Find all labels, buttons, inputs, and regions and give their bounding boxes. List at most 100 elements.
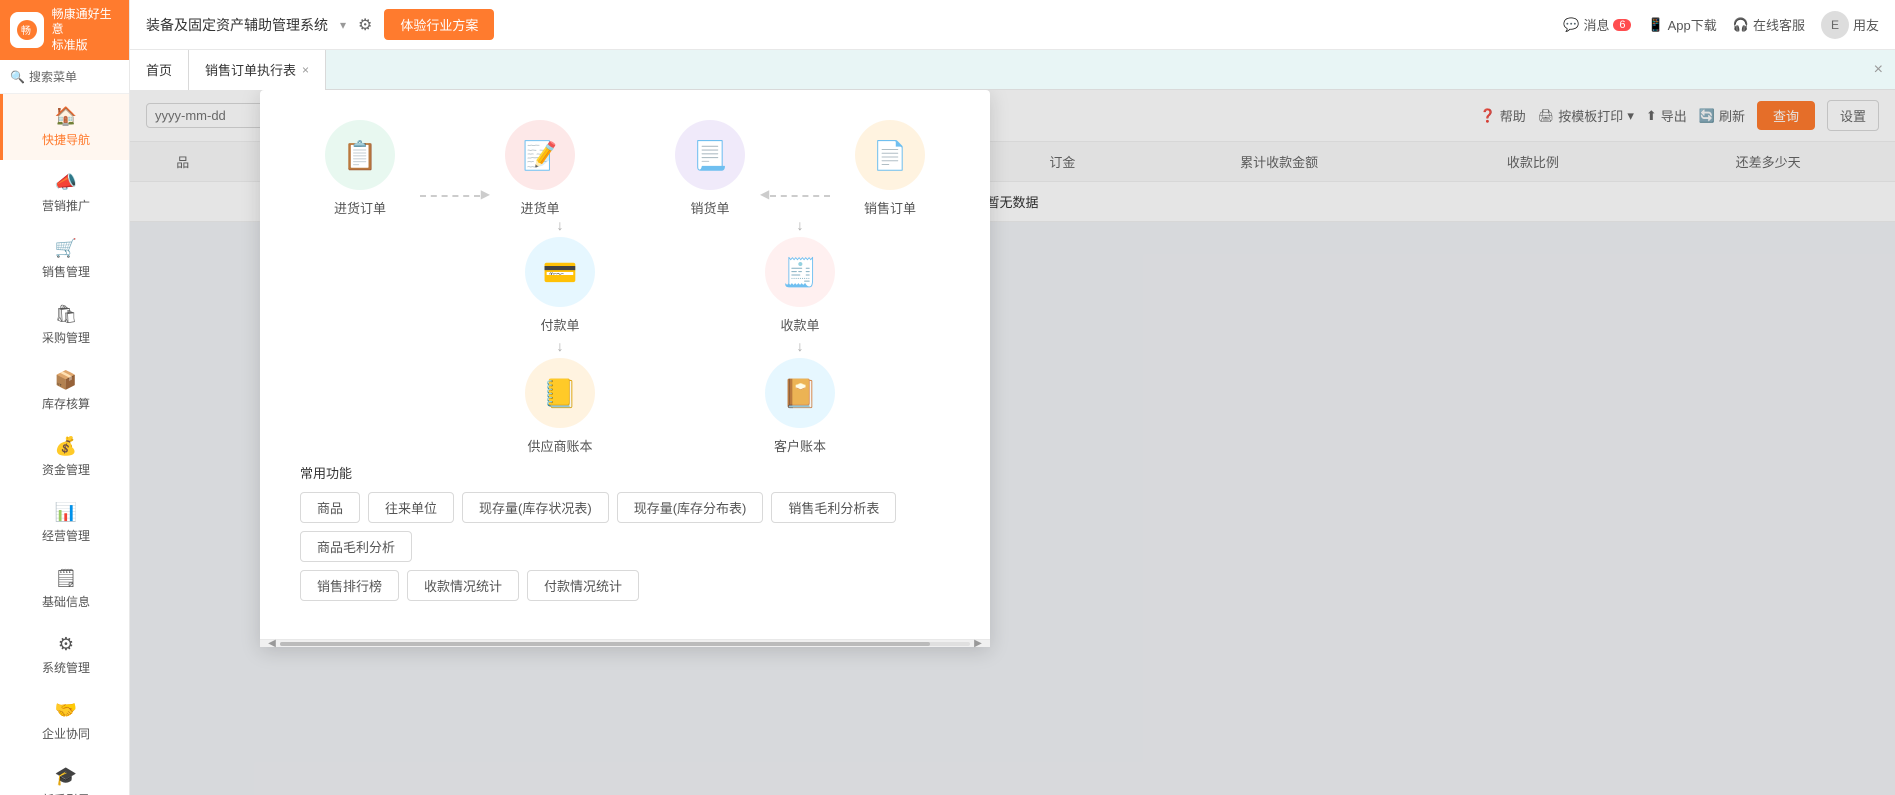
purchase-col: 📋 进货订单: [300, 120, 420, 217]
payment-col: 💳 付款单: [500, 237, 620, 334]
node-supplier-ledger[interactable]: 📒 供应商账本: [500, 358, 620, 455]
search-icon: 🔍: [10, 70, 25, 84]
logo-icon: 畅: [10, 12, 44, 48]
modal-overlay: 📋 进货订单 ▶: [130, 90, 1895, 795]
func-btn-stock-dist[interactable]: 现存量(库存分布表): [617, 492, 764, 523]
func-btn-sales-rank[interactable]: 销售排行榜: [300, 570, 399, 601]
service-icon: 🎧: [1733, 17, 1749, 33]
customer-ledger-col: 📔 客户账本: [740, 358, 860, 455]
node-sale-order[interactable]: 📄 销售订单: [830, 120, 950, 217]
supplier-ledger-col: 📒 供应商账本: [500, 358, 620, 455]
sidebar-item-operations[interactable]: 📊 经营管理: [0, 490, 129, 556]
sidebar-nav: 🏠 快捷导航 📣 营销推广 🛒 销售管理 🛍 采购管理 📦 库存核算 💰: [0, 94, 129, 795]
flow-diagram: 📋 进货订单 ▶: [300, 120, 950, 455]
supplier-ledger-label: 供应商账本: [527, 436, 592, 455]
marketing-icon: 📣: [55, 172, 77, 193]
sidebar-item-collab[interactable]: 🤝 企业协同: [0, 688, 129, 754]
tab-close-icon[interactable]: ×: [302, 63, 309, 77]
sidebar: 畅 畅康通好生意 标准版 🔍 搜索菜单 🏠 快捷导航 📣 营销推广 🛒 销售管理: [0, 0, 130, 795]
logo-text: 畅康通好生意 标准版: [52, 7, 119, 54]
content-area: 📅 单据状态 展多条件 ❓ 帮助 🖨 按模板打印 ▾: [130, 90, 1895, 795]
message-badge: 6: [1613, 19, 1631, 31]
sale-order-col: 📄 销售订单: [830, 120, 950, 217]
node-purchase-order[interactable]: 📋 进货订单: [300, 120, 420, 217]
sidebar-item-basic-info[interactable]: 🗒 基础信息: [0, 556, 129, 622]
newbie-icon: 🎓: [55, 766, 77, 787]
close-all-tabs-icon[interactable]: ×: [1874, 61, 1883, 79]
payment-icon: 💳: [525, 237, 595, 307]
sidebar-item-newbie[interactable]: 🎓 新手引导: [0, 754, 129, 795]
customer-ledger-icon: 📔: [765, 358, 835, 428]
func-btn-partner[interactable]: 往来单位: [368, 492, 454, 523]
user-menu[interactable]: E 用友: [1821, 11, 1879, 39]
search-menu[interactable]: 🔍 搜索菜单: [0, 60, 129, 94]
sidebar-item-system[interactable]: ⚙ 系统管理: [0, 622, 129, 688]
func-btn-receipt-stats[interactable]: 收款情况统计: [407, 570, 519, 601]
home-icon: 🏠: [55, 106, 77, 127]
func-buttons-row1: 商品 往来单位 现存量(库存状况表) 现存量(库存分布表) 销售毛利分析表 商品…: [300, 492, 950, 562]
sidebar-item-inventory[interactable]: 📦 库存核算: [0, 358, 129, 424]
system-icon: ⚙: [58, 634, 74, 655]
scroll-right-icon[interactable]: ▶: [970, 636, 986, 652]
finance-icon: 💰: [55, 436, 77, 457]
purchase-bill-col: 📝 进货单: [480, 120, 600, 217]
receipt-col: 🧾 收款单: [740, 237, 860, 334]
online-service-button[interactable]: 🎧 在线客服: [1733, 15, 1805, 34]
scrollbar-thumb[interactable]: [280, 642, 930, 646]
common-functions-title: 常用功能: [300, 463, 950, 482]
receipt-label: 收款单: [780, 315, 819, 334]
operations-icon: 📊: [55, 502, 77, 523]
purchase-icon: 🛍: [55, 304, 78, 325]
modal-content: 📋 进货订单 ▶: [260, 90, 990, 639]
tab-sales-order[interactable]: 销售订单执行表 ×: [189, 50, 326, 90]
purchase-order-label: 进货订单: [334, 198, 386, 217]
node-receipt[interactable]: 🧾 收款单: [740, 237, 860, 334]
node-payment[interactable]: 💳 付款单: [500, 237, 620, 334]
basic-info-icon: 🗒: [55, 568, 78, 589]
receipt-icon: 🧾: [765, 237, 835, 307]
dropdown-arrow-icon[interactable]: ▾: [340, 18, 346, 32]
sidebar-item-purchase[interactable]: 🛍 采购管理: [0, 292, 129, 358]
sale-bill-col: 📃 销货单: [650, 120, 770, 217]
sale-order-label: 销售订单: [864, 198, 916, 217]
node-purchase-bill[interactable]: 📝 进货单: [480, 120, 600, 217]
func-btn-sales-margin[interactable]: 销售毛利分析表: [771, 492, 896, 523]
customer-ledger-label: 客户账本: [774, 436, 826, 455]
app-download-button[interactable]: 📱 App下载: [1647, 15, 1716, 34]
sidebar-item-home[interactable]: 🏠 快捷导航: [0, 94, 129, 160]
scroll-left-icon[interactable]: ◀: [264, 636, 280, 652]
avatar: E: [1821, 11, 1849, 39]
settings-icon[interactable]: ⚙: [358, 15, 372, 35]
sale-bill-icon: 📃: [675, 120, 745, 190]
node-sale-bill[interactable]: 📃 销货单: [650, 120, 770, 217]
message-icon: 💬: [1563, 17, 1579, 33]
main-area: 装备及固定资产辅助管理系统 ▾ ⚙ 体验行业方案 💬 消息 6 📱 App下载 …: [130, 0, 1895, 795]
tab-home[interactable]: 首页: [130, 50, 189, 90]
message-button[interactable]: 💬 消息 6: [1563, 15, 1631, 34]
func-btn-stock-status[interactable]: 现存量(库存状况表): [462, 492, 609, 523]
func-btn-product-margin[interactable]: 商品毛利分析: [300, 531, 412, 562]
system-title: 装备及固定资产辅助管理系统: [146, 15, 328, 35]
inventory-icon: 📦: [55, 370, 77, 391]
tabs-bar: 首页 销售订单执行表 × ×: [130, 50, 1895, 90]
scrollbar-track: [280, 642, 970, 646]
sale-order-icon: 📄: [855, 120, 925, 190]
flow-modal: 📋 进货订单 ▶: [260, 90, 990, 647]
node-customer-ledger[interactable]: 📔 客户账本: [740, 358, 860, 455]
sidebar-item-marketing[interactable]: 📣 营销推广: [0, 160, 129, 226]
sales-icon: 🛒: [55, 238, 77, 259]
download-icon: 📱: [1647, 17, 1663, 33]
sale-bill-label: 销货单: [690, 198, 729, 217]
collab-icon: 🤝: [55, 700, 77, 721]
purchase-bill-label: 进货单: [520, 198, 559, 217]
svg-text:畅: 畅: [21, 24, 31, 37]
sidebar-item-sales[interactable]: 🛒 销售管理: [0, 226, 129, 292]
sidebar-item-finance[interactable]: 💰 资金管理: [0, 424, 129, 490]
common-functions: 常用功能 商品 往来单位 现存量(库存状况表) 现存量(库存分布表) 销售毛利分…: [300, 463, 950, 601]
func-buttons-row2: 销售排行榜 收款情况统计 付款情况统计: [300, 570, 950, 601]
func-btn-payment-stats[interactable]: 付款情况统计: [527, 570, 639, 601]
func-btn-product[interactable]: 商品: [300, 492, 360, 523]
modal-scrollbar: ◀ ▶: [260, 639, 990, 647]
trial-button[interactable]: 体验行业方案: [384, 9, 494, 40]
top-header: 装备及固定资产辅助管理系统 ▾ ⚙ 体验行业方案 💬 消息 6 📱 App下载 …: [130, 0, 1895, 50]
